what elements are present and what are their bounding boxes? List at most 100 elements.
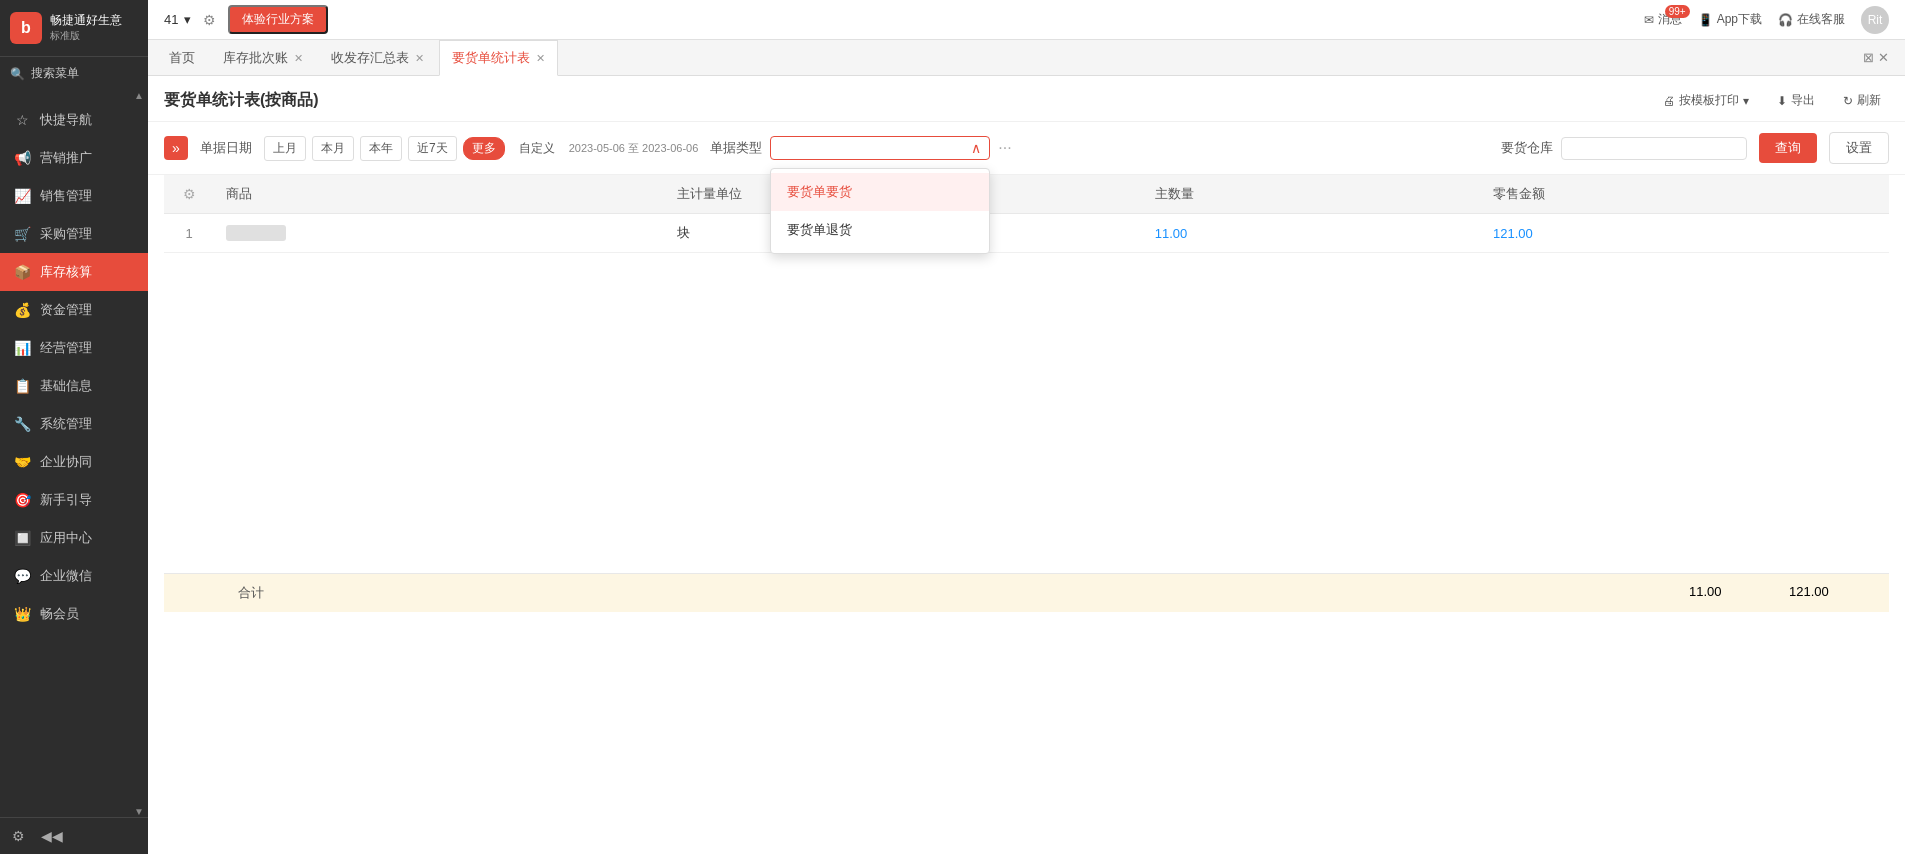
scroll-up-arrow[interactable]: ▲ <box>134 90 144 101</box>
tabbar-expand[interactable]: ⊠ ✕ <box>1855 40 1897 75</box>
sidebar-item-wechat[interactable]: 💬 企业微信 <box>0 557 148 595</box>
quantity-link[interactable]: 11.00 <box>1155 226 1188 241</box>
sidebar-item-operations[interactable]: 📊 经营管理 <box>0 329 148 367</box>
tab-collection-summary-close[interactable]: ✕ <box>415 52 424 65</box>
refresh-icon: ↻ <box>1843 94 1853 108</box>
sidebar-item-label: 资金管理 <box>40 301 92 319</box>
date-btn-last-month[interactable]: 上月 <box>264 136 306 161</box>
sidebar-item-inventory[interactable]: 📦 库存核算 <box>0 253 148 291</box>
sidebar-item-guide[interactable]: 🎯 新手引导 <box>0 481 148 519</box>
app-download-item[interactable]: 📱 App下载 <box>1698 11 1762 28</box>
dropdown-option-label: 要货单退货 <box>787 222 852 237</box>
marketing-icon: 📢 <box>12 150 32 166</box>
footer-total-label: 合计 <box>226 584 276 602</box>
tab-requisition-stats-close[interactable]: ✕ <box>536 52 545 65</box>
topbar-gear-icon[interactable]: ⚙ <box>203 12 216 28</box>
refresh-button[interactable]: ↻ 刷新 <box>1835 88 1889 113</box>
footer-amount: 121.00 <box>1777 584 1877 602</box>
sidebar-item-system[interactable]: 🔧 系统管理 <box>0 405 148 443</box>
table-header-row: ⚙ 商品 主计量单位 主数量 零售金额 <box>164 175 1889 214</box>
sidebar-item-membership[interactable]: 👑 畅会员 <box>0 595 148 633</box>
tab-inventory-batch[interactable]: 库存批次账 ✕ <box>210 40 316 75</box>
date-btn-this-month[interactable]: 本月 <box>312 136 354 161</box>
type-filter-input[interactable] <box>779 141 971 156</box>
sidebar-item-label: 销售管理 <box>40 187 92 205</box>
print-icon: 🖨 <box>1663 94 1675 108</box>
tab-home[interactable]: 首页 <box>156 40 208 75</box>
sidebar-item-label: 营销推广 <box>40 149 92 167</box>
tab-collection-summary[interactable]: 收发存汇总表 ✕ <box>318 40 437 75</box>
sidebar-item-marketing[interactable]: 📢 营销推广 <box>0 139 148 177</box>
trial-button[interactable]: 体验行业方案 <box>228 5 328 34</box>
footer-spacer <box>276 584 1677 602</box>
message-icon: ✉ <box>1644 13 1654 27</box>
sidebar-logo: b 畅捷通好生意 标准版 <box>0 0 148 57</box>
date-btn-more[interactable]: 更多 <box>463 137 505 160</box>
export-icon: ⬇ <box>1777 94 1787 108</box>
collapse-sidebar-icon[interactable]: ◀◀ <box>41 828 63 844</box>
warehouse-input[interactable] <box>1561 137 1747 160</box>
export-label: 导出 <box>1791 92 1815 109</box>
print-label: 按模板打印 <box>1679 92 1739 109</box>
enterprise-icon: 🤝 <box>12 454 32 470</box>
sidebar: b 畅捷通好生意 标准版 🔍 搜索菜单 ▲ ☆ 快捷导航 📢 营销推广 📈 销售… <box>0 0 148 854</box>
sidebar-item-quick-nav[interactable]: ☆ 快捷导航 <box>0 101 148 139</box>
export-button[interactable]: ⬇ 导出 <box>1769 88 1823 113</box>
warehouse-label: 要货仓库 <box>1501 139 1553 157</box>
online-service-item[interactable]: 🎧 在线客服 <box>1778 11 1845 28</box>
amount-link[interactable]: 121.00 <box>1493 226 1533 241</box>
tab-requisition-stats[interactable]: 要货单统计表 ✕ <box>439 40 558 76</box>
tabbar: 首页 库存批次账 ✕ 收发存汇总表 ✕ 要货单统计表 ✕ ⊠ ✕ <box>148 40 1905 76</box>
wechat-icon: 💬 <box>12 568 32 584</box>
app-download-label: App下载 <box>1717 11 1762 28</box>
refresh-label: 刷新 <box>1857 92 1881 109</box>
goods-blurred <box>226 225 286 241</box>
sidebar-item-purchase[interactable]: 🛒 采购管理 <box>0 215 148 253</box>
sidebar-item-enterprise[interactable]: 🤝 企业协同 <box>0 443 148 481</box>
sales-icon: 📈 <box>12 188 32 204</box>
message-item[interactable]: ✉ 消息 99+ <box>1644 11 1682 28</box>
date-btn-custom[interactable]: 自定义 <box>511 137 563 160</box>
dropdown-option-requisition-return[interactable]: 要货单退货 <box>771 211 989 249</box>
sidebar-item-finance[interactable]: 💰 资金管理 <box>0 291 148 329</box>
page-actions: 🖨 按模板打印 ▾ ⬇ 导出 ↻ 刷新 <box>1655 88 1889 113</box>
service-icon: 🎧 <box>1778 13 1793 27</box>
table-footer: 合计 11.00 121.00 <box>164 573 1889 612</box>
page-content: 要货单统计表(按商品) 🖨 按模板打印 ▾ ⬇ 导出 ↻ 刷新 <box>148 76 1905 854</box>
col-quantity: 主数量 <box>1143 175 1481 214</box>
user-avatar[interactable]: Rit <box>1861 6 1889 34</box>
settings-button[interactable]: 设置 <box>1829 132 1889 164</box>
sidebar-item-label: 畅会员 <box>40 605 79 623</box>
quick-nav-icon: ☆ <box>12 112 32 128</box>
print-button[interactable]: 🖨 按模板打印 ▾ <box>1655 88 1757 113</box>
date-btn-7days[interactable]: 近7天 <box>408 136 457 161</box>
dropdown-option-requisition-goods[interactable]: 要货单要货 <box>771 173 989 211</box>
print-dropdown-icon: ▾ <box>1743 94 1749 108</box>
settings-bottom-icon[interactable]: ⚙ <box>12 828 25 844</box>
main-area: 41 ▾ ⚙ 体验行业方案 ✉ 消息 99+ 📱 App下载 🎧 在线客服 Ri… <box>148 0 1905 854</box>
scroll-down-arrow[interactable]: ▼ <box>134 806 144 817</box>
sidebar-item-basic-info[interactable]: 📋 基础信息 <box>0 367 148 405</box>
company-selector[interactable]: 41 ▾ <box>164 12 191 27</box>
filter-bar: » 单据日期 上月 本月 本年 近7天 更多 自定义 2023-05-06 至 … <box>148 122 1905 175</box>
app-edition: 标准版 <box>50 29 122 43</box>
tab-inventory-batch-label: 库存批次账 <box>223 49 288 67</box>
sidebar-item-label: 基础信息 <box>40 377 92 395</box>
filter-more-icon[interactable]: ··· <box>998 139 1011 157</box>
column-settings-icon[interactable]: ⚙ <box>183 186 196 202</box>
type-input-wrap[interactable]: ∧ <box>770 136 990 160</box>
tab-inventory-batch-close[interactable]: ✕ <box>294 52 303 65</box>
sidebar-item-app-center[interactable]: 🔲 应用中心 <box>0 519 148 557</box>
date-btn-this-year[interactable]: 本年 <box>360 136 402 161</box>
purchase-icon: 🛒 <box>12 226 32 242</box>
search-menu-label: 搜索菜单 <box>31 65 79 82</box>
type-dropdown-up-icon[interactable]: ∧ <box>971 140 981 156</box>
search-menu-item[interactable]: 🔍 搜索菜单 <box>0 57 148 90</box>
online-service-label: 在线客服 <box>1797 11 1845 28</box>
query-button[interactable]: 查询 <box>1759 133 1817 163</box>
topbar-left: 41 ▾ ⚙ 体验行业方案 <box>164 5 328 34</box>
company-id: 41 <box>164 12 178 27</box>
filter-expand-button[interactable]: » <box>164 136 188 160</box>
sidebar-item-sales[interactable]: 📈 销售管理 <box>0 177 148 215</box>
system-icon: 🔧 <box>12 416 32 432</box>
